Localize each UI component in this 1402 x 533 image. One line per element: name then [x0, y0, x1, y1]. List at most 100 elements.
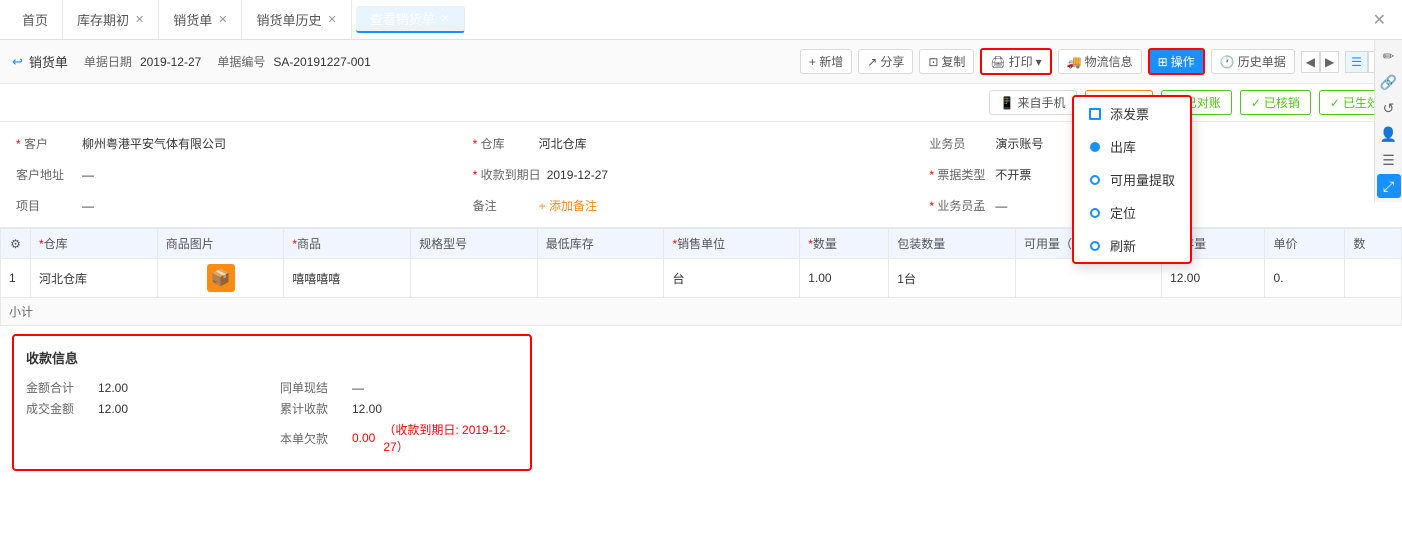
min-stock-col-header: 最低库存	[537, 229, 664, 259]
address-row: 客户地址 —	[16, 163, 473, 186]
logistics-button[interactable]: 🚚 物流信息	[1058, 49, 1142, 74]
close-history-tab[interactable]: ✕	[328, 13, 337, 26]
sidebar-refresh-icon[interactable]: ↺	[1377, 96, 1401, 120]
tab-sales[interactable]: 销货单 ✕	[159, 0, 242, 39]
window-close-button[interactable]: ✕	[1365, 10, 1394, 30]
row-amount	[1345, 259, 1402, 298]
row-min-stock	[537, 259, 664, 298]
staff-value: 演示账号	[995, 135, 1043, 152]
sidebar-list-icon[interactable]: ☰	[1377, 148, 1401, 172]
date-label: 单据日期	[84, 53, 132, 70]
due-date-value: 2019-12-27	[547, 168, 608, 182]
note-add-button[interactable]: + 添加备注	[539, 197, 597, 214]
row-qty: 1.00	[800, 259, 889, 298]
operations-dropdown: 添发票 出库 可用量提取 定位 刷新	[1072, 95, 1192, 264]
refresh-item[interactable]: 刷新	[1074, 229, 1190, 262]
add-invoice-icon	[1088, 107, 1102, 121]
close-view-sales-tab[interactable]: ✕	[441, 12, 450, 25]
add-invoice-item[interactable]: 添发票	[1074, 97, 1190, 130]
product-col-header: *商品	[284, 229, 411, 259]
sidebar-link-icon[interactable]: 🔗	[1377, 70, 1401, 94]
tab-sales-history[interactable]: 销货单历史 ✕	[242, 0, 351, 39]
row-unit: 台	[664, 259, 800, 298]
new-button[interactable]: + 新增	[800, 49, 852, 74]
staff-label: 业务员	[929, 135, 989, 152]
tab-inventory[interactable]: 库存期初 ✕	[63, 0, 159, 39]
unit-col-header: *销售单位	[664, 229, 800, 259]
outbound-item[interactable]: 出库	[1074, 130, 1190, 163]
single-settle-row: 同单现结 —	[280, 377, 518, 398]
row-pack: 1台	[889, 259, 1016, 298]
from-phone-button[interactable]: 📱 来自手机	[989, 90, 1077, 115]
price-col-header: 单价	[1265, 229, 1345, 259]
total-value: 12.00	[98, 381, 128, 395]
print-button[interactable]: 🖨 打印 ▾	[980, 48, 1051, 75]
already-sold-button[interactable]: ✓ 已核销	[1240, 90, 1311, 115]
payment-panel-title: 收款信息	[26, 348, 518, 367]
doc-meta: 单据日期 2019-12-27 单据编号 SA-20191227-001	[84, 53, 371, 70]
doc-title: ↩ 销货单	[12, 52, 68, 71]
note-label: 备注	[473, 197, 533, 214]
note-row: 备注 + 添加备注	[473, 194, 930, 217]
row-stock: 12.00	[1162, 259, 1265, 298]
list-view-button[interactable]: ☰	[1345, 51, 1368, 73]
address-value: —	[82, 168, 94, 182]
share-icon: ↗	[867, 55, 877, 69]
tab-home[interactable]: 首页	[8, 0, 63, 39]
address-label: 客户地址	[16, 166, 76, 183]
refresh-icon	[1088, 239, 1102, 253]
close-inventory-tab[interactable]: ✕	[135, 13, 144, 26]
settings-col-header: ⚙	[1, 229, 31, 259]
outbound-icon	[1088, 140, 1102, 154]
single-settle-label: 同单现结	[280, 379, 344, 396]
tab-view-sales[interactable]: 查看销货单 ✕	[356, 6, 465, 33]
check-icon2: ✓	[1251, 96, 1261, 110]
nav-arrows: ◀ ▶	[1301, 51, 1339, 73]
copy-icon: ⊡	[928, 55, 938, 69]
doc-type-label: 销货单	[29, 52, 68, 71]
img-col-header: 商品图片	[157, 229, 284, 259]
print-dropdown-icon: ▾	[1036, 55, 1042, 69]
project-label: 项目	[16, 197, 76, 214]
project-row: 项目 —	[16, 194, 473, 217]
logistics-icon: 🚚	[1067, 55, 1082, 69]
salesman-value: —	[995, 199, 1007, 213]
share-button[interactable]: ↗ 分享	[858, 49, 913, 74]
subtotal-label: 小计	[1, 298, 1402, 326]
cumulative-value: 12.00	[352, 402, 382, 416]
owe-value: 0.00	[352, 431, 375, 445]
row-warehouse: 河北仓库	[31, 259, 158, 298]
available-qty-item[interactable]: 可用量提取	[1074, 163, 1190, 196]
payment-panel: 收款信息 金额合计 12.00 成交金额 12.00 同单现结 — 累计收款	[12, 334, 532, 471]
row-product: 嘻嘻嘻嘻	[284, 259, 411, 298]
history-button[interactable]: 🕐 历史单据	[1211, 49, 1295, 74]
sidebar-expand-icon[interactable]: ⤢	[1377, 174, 1401, 198]
owe-row: 本单欠款 0.00 （收款到期日: 2019-12-27）	[280, 419, 518, 457]
total-row: 金额合计 12.00	[26, 377, 264, 398]
tab-bar: 首页 库存期初 ✕ 销货单 ✕ 销货单历史 ✕ 查看销货单 ✕ ✕	[0, 0, 1402, 40]
prev-button[interactable]: ◀	[1301, 51, 1320, 73]
due-date-row: 收款到期日 2019-12-27	[473, 163, 930, 186]
cumulative-label: 累计收款	[280, 400, 344, 417]
close-sales-tab[interactable]: ✕	[218, 13, 227, 26]
customer-label: 客户	[16, 135, 76, 152]
warehouse-value: 河北仓库	[539, 135, 587, 152]
locate-item[interactable]: 定位	[1074, 196, 1190, 229]
sidebar-user-icon[interactable]: 👤	[1377, 122, 1401, 146]
row-index: 1	[1, 259, 31, 298]
copy-button[interactable]: ⊡ 复制	[919, 49, 974, 74]
deal-label: 成交金额	[26, 400, 90, 417]
phone-icon: 📱	[1000, 96, 1015, 110]
sidebar-edit-icon[interactable]: ✏	[1377, 44, 1401, 68]
amount-col-header: 数	[1345, 229, 1402, 259]
check-icon3: ✓	[1330, 96, 1340, 110]
history-icon: 🕐	[1220, 55, 1235, 69]
deal-value: 12.00	[98, 402, 128, 416]
single-settle-value: —	[352, 381, 364, 395]
ticket-value: 不开票	[995, 166, 1031, 183]
row-avail	[1015, 259, 1161, 298]
owe-label: 本单欠款	[280, 430, 344, 447]
operations-button[interactable]: ⊞ 操作	[1148, 48, 1205, 75]
next-button[interactable]: ▶	[1320, 51, 1339, 73]
print-icon: 🖨	[990, 55, 1005, 69]
